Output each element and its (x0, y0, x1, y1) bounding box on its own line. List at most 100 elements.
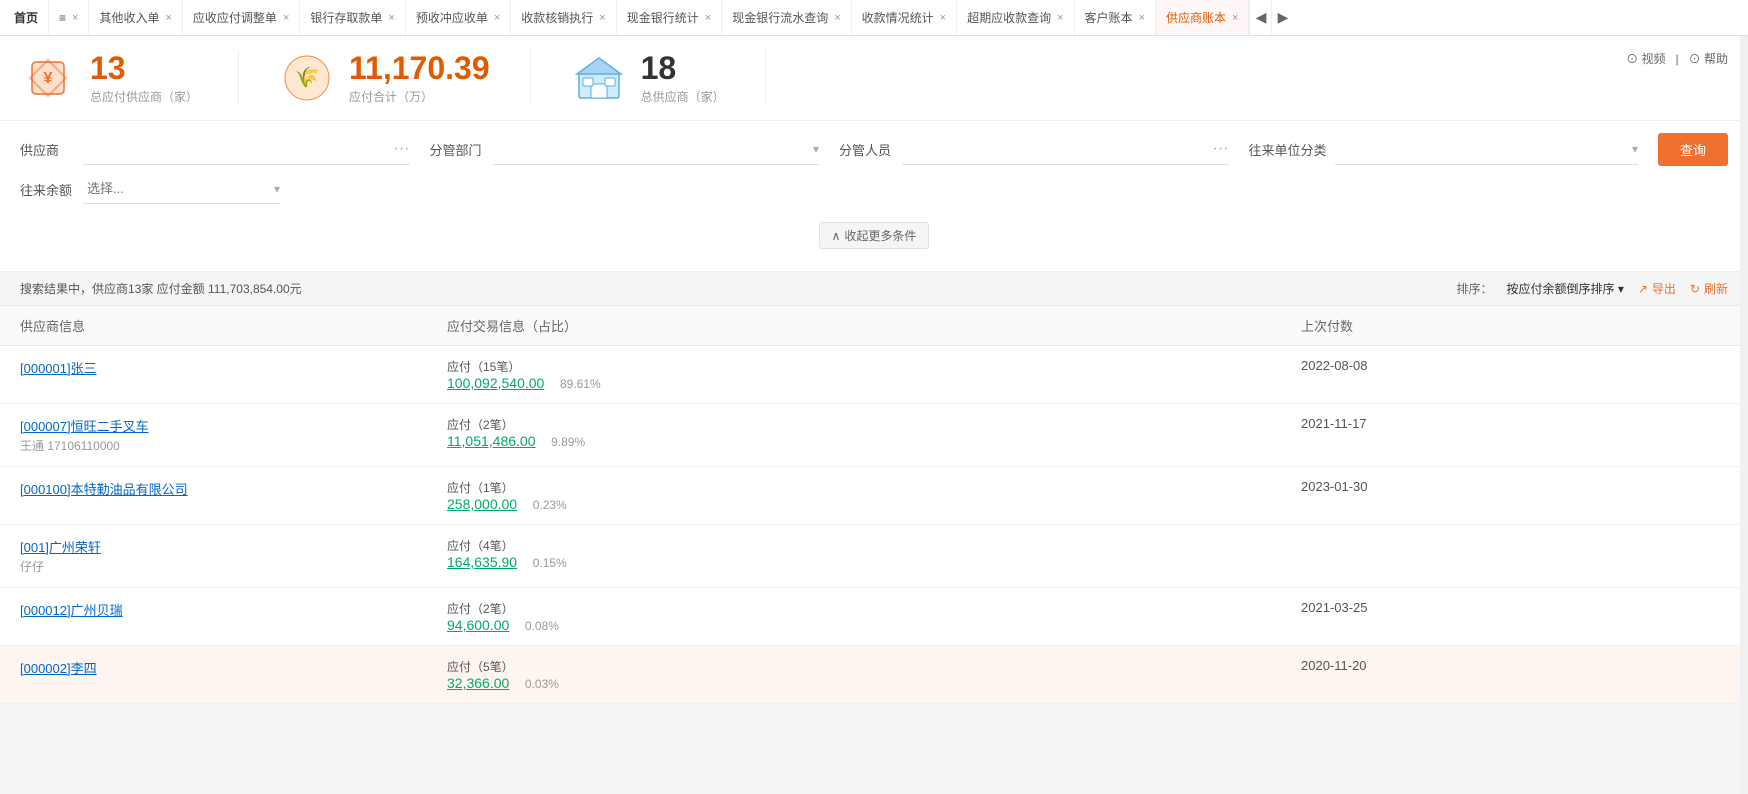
payable-cell: 应付（2笔） 94,600.00 0.08% (447, 600, 1301, 633)
nav-prepay-ar[interactable]: 预收冲应收单 × (406, 0, 511, 36)
person-input-wrap[interactable]: ··· (902, 135, 1229, 165)
nav-menu[interactable]: ≡ × (49, 0, 89, 36)
filter-row-1: 供应商 ··· 分管部门 ▾ 分管人员 ··· 往来单位分类 (20, 133, 1728, 166)
nav-receive-verify[interactable]: 收款核销执行 × (511, 0, 616, 36)
table-row: [000012]广州贝瑞 应付（2笔） 94,600.00 0.08% 2021… (0, 588, 1748, 646)
export-button[interactable]: ↗ 导出 (1638, 280, 1676, 297)
collapse-row: ∧ 收起更多条件 (20, 212, 1728, 259)
supplier-link[interactable]: [000100]本特勤油品有限公司 (20, 482, 188, 497)
nav-arrow-right[interactable]: ▶ (1271, 0, 1293, 36)
table-row: [000100]本特勤油品有限公司 应付（1笔） 258,000.00 0.23… (0, 467, 1748, 525)
supplier-sub-info: 王通 17106110000 (20, 437, 447, 454)
close-icon[interactable]: × (940, 12, 946, 24)
close-icon[interactable]: × (599, 12, 605, 24)
payable-cell: 应付（5笔） 32,366.00 0.03% (447, 658, 1301, 691)
supplier-input-wrap[interactable]: ··· (83, 135, 410, 165)
filter-dept: 分管部门 ▾ (430, 135, 820, 165)
supplier-link[interactable]: [000001]张三 (20, 361, 97, 376)
results-bar: 搜索结果中，供应商13家 应付金额 111,703,854.00元 排序： 按应… (0, 272, 1748, 306)
balance-dropdown-icon[interactable]: ▾ (274, 182, 280, 196)
video-link[interactable]: ⊙ 视频 (1626, 50, 1665, 67)
help-link[interactable]: ⊙ 帮助 (1689, 50, 1728, 67)
last-pay-cell: 2023-01-30 (1301, 479, 1728, 494)
nav-ar-ap-adjust[interactable]: 应收应付调整单 × (183, 0, 300, 36)
close-icon[interactable]: × (705, 12, 711, 24)
video-icon: ⊙ (1626, 52, 1638, 66)
filter-row-2: 往来余额 ▾ (20, 174, 1728, 204)
results-summary: 搜索结果中，供应商13家 应付金额 111,703,854.00元 (20, 280, 302, 297)
payable-amount-link[interactable]: 32,366.00 (447, 675, 509, 691)
nav-receive-stat[interactable]: 收款情况统计 × (852, 0, 957, 36)
balance-label: 往来余额 (20, 180, 75, 199)
dept-dropdown-icon[interactable]: ▾ (813, 142, 819, 156)
nav-bank-deposit[interactable]: 银行存取款单 × (300, 0, 405, 36)
filter-supplier: 供应商 ··· (20, 135, 410, 165)
collapse-up-icon: ∧ (832, 229, 841, 243)
last-pay-cell: 2020-11-20 (1301, 658, 1728, 673)
close-icon[interactable]: × (834, 12, 840, 24)
supplier-link[interactable]: [000002]李四 (20, 661, 97, 676)
supplier-link[interactable]: [001]广州荣轩 (20, 540, 101, 555)
col-last-pay: 上次付数 (1301, 316, 1728, 335)
nav-cash-bank-flow[interactable]: 现金银行流水查询 × (722, 0, 851, 36)
wheat-icon: 🌾 (279, 50, 335, 106)
stat-block-suppliers-payable: ¥ 13 总应付供应商（家） (20, 50, 239, 106)
search-button[interactable]: 查询 (1658, 133, 1728, 166)
payable-amount-link[interactable]: 94,600.00 (447, 617, 509, 633)
total-supplier-label: 总供应商（家） (641, 88, 725, 105)
close-icon[interactable]: × (1232, 12, 1238, 24)
sort-value[interactable]: 按应付余额倒序排序 ▾ (1506, 280, 1623, 297)
payable-amount-link[interactable]: 258,000.00 (447, 496, 517, 512)
dept-input-wrap[interactable]: ▾ (493, 135, 820, 165)
close-icon[interactable]: × (165, 12, 171, 24)
stat-block-total-suppliers: 18 总供应商（家） (571, 50, 766, 106)
balance-input[interactable] (83, 181, 274, 196)
balance-input-wrap[interactable]: ▾ (83, 174, 280, 204)
close-icon[interactable]: × (1139, 12, 1145, 24)
diamond-icon: ¥ (20, 50, 76, 106)
category-label: 往来单位分类 (1249, 140, 1327, 159)
nav-home[interactable]: 首页 (4, 0, 49, 36)
supplier-cell: [001]广州荣轩 仔仔 (20, 537, 447, 575)
nav-bar: 首页 ≡ × 其他收入单 × 应收应付调整单 × 银行存取款单 × 预收冲应收单… (0, 0, 1748, 36)
scrollbar[interactable] (1740, 36, 1748, 794)
nav-customer-ledger[interactable]: 客户账本 × (1075, 0, 1156, 36)
refresh-button[interactable]: ↻ 刷新 (1690, 280, 1728, 297)
refresh-icon: ↻ (1690, 282, 1700, 296)
payable-amount-link[interactable]: 164,635.90 (447, 554, 517, 570)
supplier-sub-info: 仔仔 (20, 558, 447, 575)
person-dots-icon[interactable]: ··· (1213, 140, 1229, 158)
help-icon: ⊙ (1689, 52, 1701, 66)
nav-supplier-ledger[interactable]: 供应商账本 × (1156, 0, 1249, 36)
category-input[interactable] (1335, 142, 1632, 157)
category-input-wrap[interactable]: ▾ (1335, 135, 1638, 165)
close-icon[interactable]: × (1057, 12, 1063, 24)
supplier-dots-icon[interactable]: ··· (394, 140, 410, 158)
person-input[interactable] (902, 142, 1213, 157)
supplier-link[interactable]: [000012]广州贝瑞 (20, 603, 123, 618)
payable-amount-link[interactable]: 11,051,486.00 (447, 433, 536, 449)
filter-balance: 往来余额 ▾ (20, 174, 280, 204)
last-pay-cell: 2021-11-17 (1301, 416, 1728, 431)
category-dropdown-icon[interactable]: ▾ (1632, 142, 1638, 156)
supplier-link[interactable]: [000007]恒旺二手叉车 (20, 419, 149, 434)
nav-arrow-left[interactable]: ◀ (1249, 0, 1271, 36)
export-icon: ↗ (1638, 282, 1648, 296)
stats-header: ¥ 13 总应付供应商（家） 🌾 11,170.39 应付合计（万） (0, 36, 1748, 121)
close-icon[interactable]: × (494, 12, 500, 24)
nav-overdue-ar[interactable]: 超期应收款查询 × (957, 0, 1074, 36)
close-icon[interactable]: × (388, 12, 394, 24)
dept-input[interactable] (493, 142, 813, 157)
close-icon[interactable]: × (283, 12, 289, 24)
top-right-links: ⊙ 视频 | ⊙ 帮助 (1626, 50, 1728, 67)
collapse-button[interactable]: ∧ 收起更多条件 (819, 222, 930, 249)
close-icon[interactable]: × (72, 12, 78, 24)
payable-amount-link[interactable]: 100,092,540.00 (447, 375, 544, 391)
supplier-input[interactable] (83, 142, 394, 157)
col-supplier-info: 供应商信息 (20, 316, 447, 335)
dept-label: 分管部门 (430, 140, 485, 159)
supplier-cell: [000012]广州贝瑞 (20, 600, 447, 619)
nav-other-income[interactable]: 其他收入单 × (89, 0, 182, 36)
nav-cash-bank-stat[interactable]: 现金银行统计 × (617, 0, 722, 36)
svg-text:🌾: 🌾 (295, 66, 320, 89)
